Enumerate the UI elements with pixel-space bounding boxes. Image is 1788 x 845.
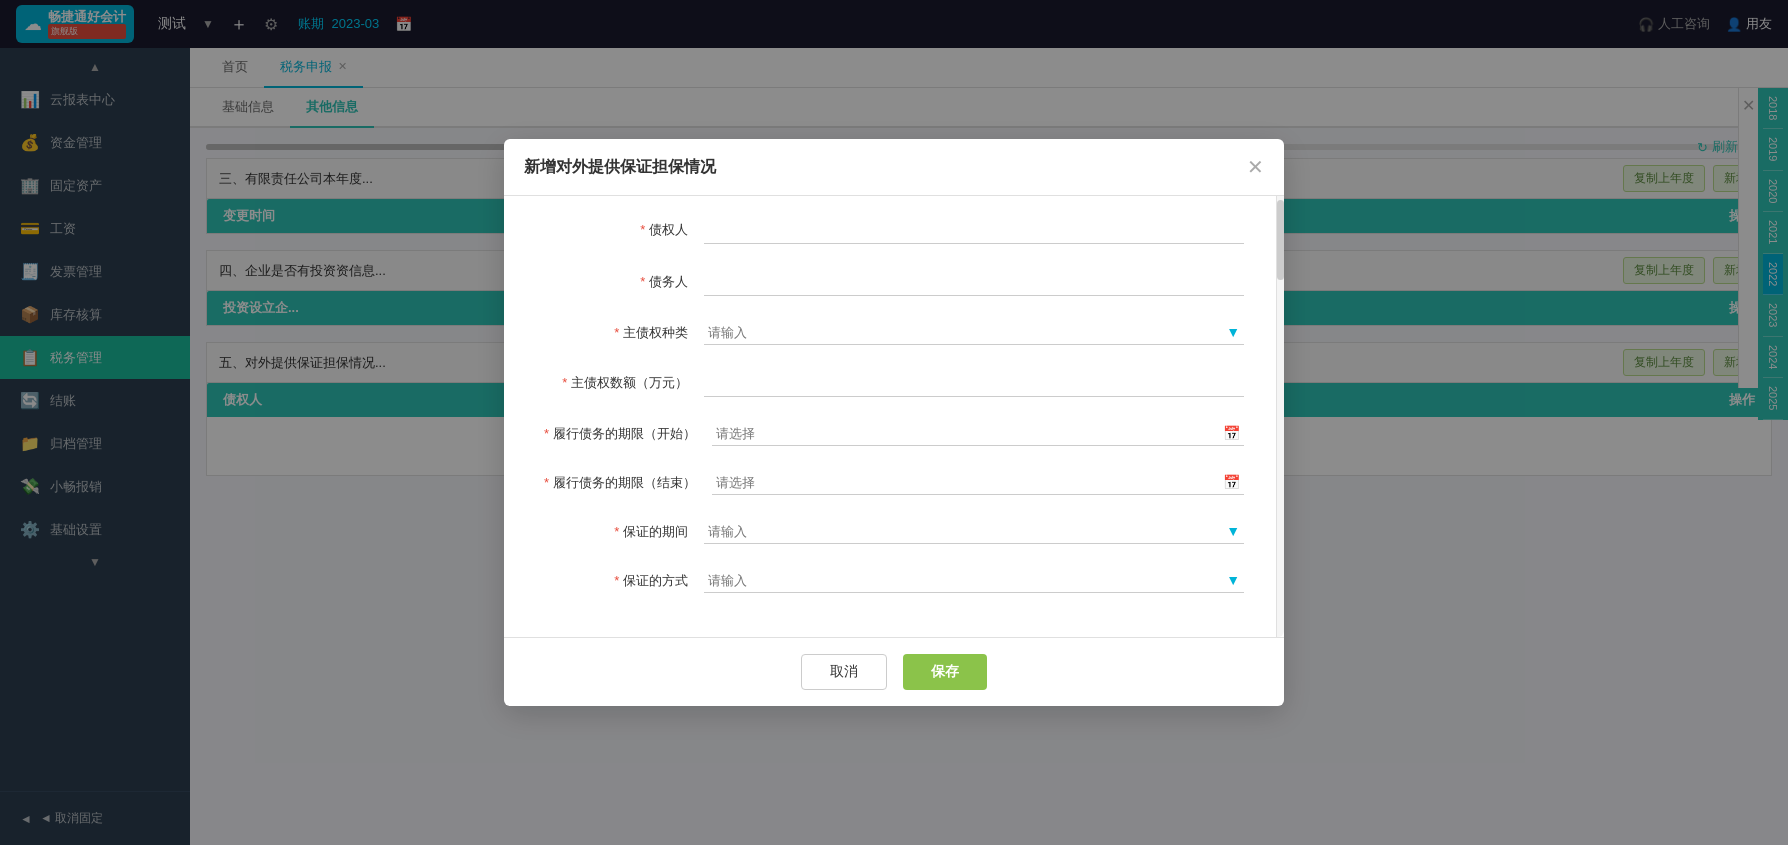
guarantee-method-label: * 保证的方式 bbox=[544, 572, 704, 590]
cancel-button[interactable]: 取消 bbox=[801, 654, 887, 690]
period-start-picker[interactable]: 📅 bbox=[712, 421, 1244, 446]
modal-body: * 债权人 * 债务人 * 主债权种类 bbox=[504, 196, 1284, 637]
form-row-guarantee-method: * 保证的方式 ▼ bbox=[544, 568, 1244, 593]
claim-type-select[interactable]: ▼ bbox=[704, 320, 1244, 345]
period-start-input[interactable] bbox=[716, 426, 1223, 441]
creditor-input[interactable] bbox=[704, 216, 1244, 244]
form-row-claim-type: * 主债权种类 ▼ bbox=[544, 320, 1244, 345]
claim-type-dropdown-icon[interactable]: ▼ bbox=[1226, 324, 1240, 340]
guarantee-period-dropdown-icon[interactable]: ▼ bbox=[1226, 523, 1240, 539]
save-button[interactable]: 保存 bbox=[903, 654, 987, 690]
debtor-input[interactable] bbox=[704, 268, 1244, 296]
guarantee-method-select[interactable]: ▼ bbox=[704, 568, 1244, 593]
period-start-calendar-icon[interactable]: 📅 bbox=[1223, 425, 1240, 441]
creditor-label: * 债权人 bbox=[544, 221, 704, 239]
modal-header: 新增对外提供保证担保情况 ✕ bbox=[504, 139, 1284, 196]
guarantee-period-select[interactable]: ▼ bbox=[704, 519, 1244, 544]
period-end-picker[interactable]: 📅 bbox=[712, 470, 1244, 495]
form-row-debtor: * 债务人 bbox=[544, 268, 1244, 296]
modal-scrollbar[interactable] bbox=[1276, 196, 1284, 637]
modal-title: 新增对外提供保证担保情况 bbox=[524, 157, 716, 178]
form-row-guarantee-period: * 保证的期间 ▼ bbox=[544, 519, 1244, 544]
form-row-period-end: * 履行债务的期限（结束） 📅 bbox=[544, 470, 1244, 495]
guarantee-method-dropdown-icon[interactable]: ▼ bbox=[1226, 572, 1240, 588]
period-end-calendar-icon[interactable]: 📅 bbox=[1223, 474, 1240, 490]
modal-dialog: 新增对外提供保证担保情况 ✕ * 债权人 * 债务人 bbox=[504, 139, 1284, 706]
claim-type-input[interactable] bbox=[708, 325, 1226, 340]
form-row-creditor: * 债权人 bbox=[544, 216, 1244, 244]
claim-amount-label: * 主债权数额（万元） bbox=[544, 374, 704, 392]
guarantee-period-label: * 保证的期间 bbox=[544, 523, 704, 541]
modal-overlay: 新增对外提供保证担保情况 ✕ * 债权人 * 债务人 bbox=[0, 0, 1788, 845]
period-end-input[interactable] bbox=[716, 475, 1223, 490]
modal-footer: 取消 保存 bbox=[504, 637, 1284, 706]
form-row-period-start: * 履行债务的期限（开始） 📅 bbox=[544, 421, 1244, 446]
period-end-label: * 履行债务的期限（结束） bbox=[544, 474, 712, 492]
claim-type-label: * 主债权种类 bbox=[544, 324, 704, 342]
form-row-claim-amount: * 主债权数额（万元） bbox=[544, 369, 1244, 397]
guarantee-period-input[interactable] bbox=[708, 524, 1226, 539]
claim-amount-input[interactable] bbox=[704, 369, 1244, 397]
period-start-label: * 履行债务的期限（开始） bbox=[544, 425, 712, 443]
debtor-label: * 债务人 bbox=[544, 273, 704, 291]
modal-close-button[interactable]: ✕ bbox=[1247, 155, 1264, 179]
guarantee-method-input[interactable] bbox=[708, 573, 1226, 588]
